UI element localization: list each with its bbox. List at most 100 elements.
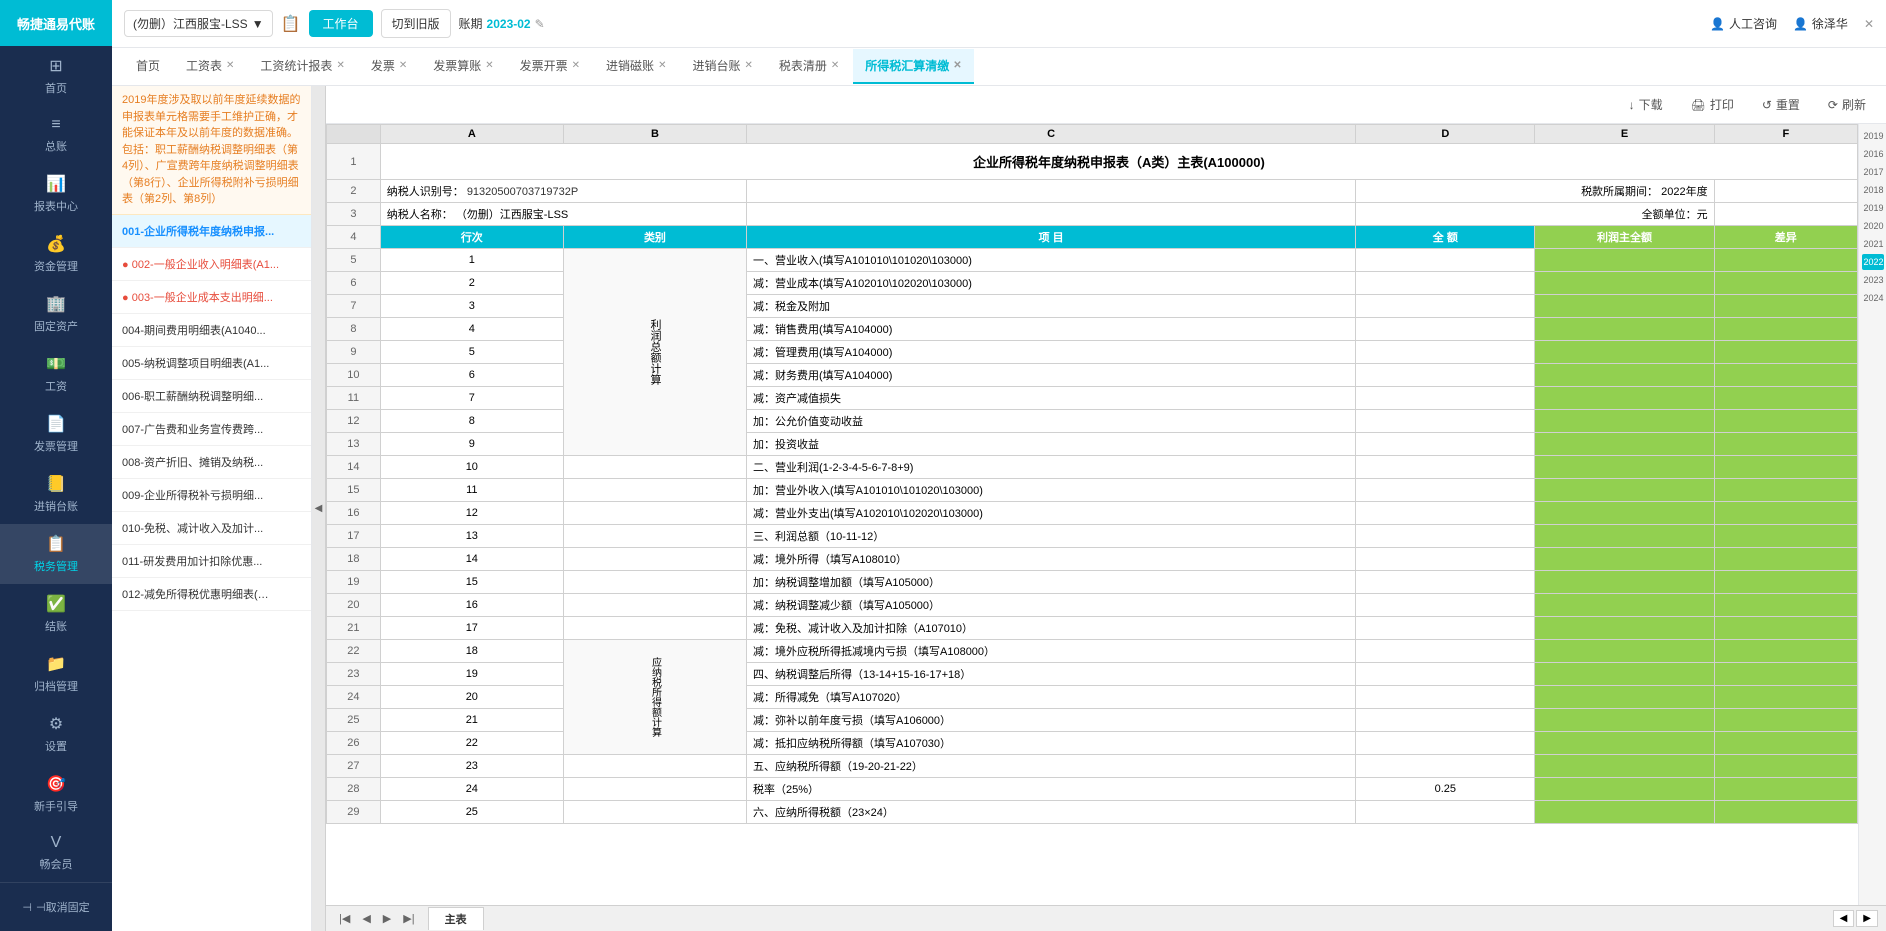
panel-item-001[interactable]: 001-企业所得税年度纳税申报... [112, 215, 311, 248]
settings-icon: ⚙ [49, 714, 63, 734]
arrow-first[interactable]: |◀ [334, 910, 355, 927]
panel-item-011[interactable]: 011-研发费用加计扣除优惠... [112, 545, 311, 578]
sidebar-item-settings[interactable]: ⚙ 设置 [0, 704, 112, 764]
sidebar-item-assets[interactable]: 🏢 固定资产 [0, 284, 112, 344]
sidebar-item-funds[interactable]: 💰 资金管理 [0, 224, 112, 284]
panel-item-003[interactable]: ● 003-一般企业成本支出明细... [112, 281, 311, 314]
col-A-header: A [380, 125, 563, 144]
panel-item-010[interactable]: 010-免税、减计收入及加计... [112, 512, 311, 545]
close-window-button[interactable]: ✕ [1864, 17, 1874, 31]
diff-cell [1714, 617, 1857, 640]
refresh-button[interactable]: ⟳ 刷新 [1820, 92, 1874, 117]
tab-sales-ledger[interactable]: 进销台账 ✕ [680, 49, 764, 84]
tab-invoice-open[interactable]: 发票开票 ✕ [508, 49, 592, 84]
timeline-2022[interactable]: 2022 [1862, 254, 1884, 270]
edit-period-icon[interactable]: ✎ [535, 17, 545, 31]
close-tab-invoice-calc[interactable]: ✕ [485, 60, 493, 71]
reset-button[interactable]: ↺ 重置 [1754, 92, 1808, 117]
tab-invoice-calc[interactable]: 发票算账 ✕ [421, 49, 505, 84]
sidebar-item-home[interactable]: ⊞ 首页 [0, 46, 112, 106]
timeline-2021[interactable]: 2021 [1862, 236, 1884, 252]
print-button[interactable]: 🖨 打印 [1683, 92, 1742, 117]
ai-consult[interactable]: 👤 人工咨询 [1710, 15, 1777, 32]
sidebar-item-reports[interactable]: 📊 报表中心 [0, 164, 112, 224]
sidebar-item-tax[interactable]: 📋 税务管理 [0, 524, 112, 584]
diff-cell [1714, 571, 1857, 594]
tab-tax-list[interactable]: 税表清册 ✕ [767, 49, 851, 84]
tab-income-tax[interactable]: 所得税汇算清缴 ✕ [853, 49, 973, 84]
close-tab-payroll-stats[interactable]: ✕ [336, 60, 344, 71]
company-selector[interactable]: (勿删）江西服宝-LSS ▼ [124, 10, 273, 37]
close-tab-sales-ledger[interactable]: ✕ [744, 60, 752, 71]
tab-purchase-ledger[interactable]: 进销磁账 ✕ [594, 49, 678, 84]
diff-cell [1714, 433, 1857, 456]
amount-cell [1356, 364, 1535, 387]
panel-collapse-button[interactable]: ◀ [312, 86, 326, 931]
category-cell [563, 502, 746, 525]
close-tab-invoice-open[interactable]: ✕ [572, 60, 580, 71]
panel-item-002[interactable]: ● 002-一般企业收入明细表(A1... [112, 248, 311, 281]
panel-item-012[interactable]: 012-减免所得税优惠明细表(… [112, 578, 311, 611]
tab-invoice[interactable]: 发票 ✕ [359, 49, 419, 84]
table-title-cell: 企业所得税年度纳税申报表（A类）主表(A100000) [380, 144, 1857, 180]
unpin-button[interactable]: ⊣ ⊣取消固定 [0, 891, 112, 923]
tab-payroll[interactable]: 工资表 ✕ [174, 49, 246, 84]
panel-item-008[interactable]: 008-资产折旧、摊销及纳税... [112, 446, 311, 479]
sidebar-item-close[interactable]: ✅ 结账 [0, 584, 112, 644]
sidebar-item-label: 首页 [45, 80, 67, 96]
timeline-2023[interactable]: 2023 [1862, 272, 1884, 288]
amount-cell [1356, 410, 1535, 433]
row-num: 21 [327, 617, 381, 640]
spreadsheet-container[interactable]: A B C D E F 1 企业所 [326, 124, 1858, 905]
diff-cell [1714, 778, 1857, 801]
switch-old-button[interactable]: 切到旧版 [381, 9, 451, 38]
timeline-2016[interactable]: 2016 [1862, 146, 1884, 162]
amount-cell [1356, 318, 1535, 341]
row-num: 2 [327, 180, 381, 203]
sheet-tab-main[interactable]: 主表 [428, 907, 484, 930]
panel-item-005[interactable]: 005-纳税调整项目明细表(A1... [112, 347, 311, 380]
tab-home[interactable]: 首页 [124, 49, 172, 84]
panel-item-004[interactable]: 004-期间费用明细表(A1040... [112, 314, 311, 347]
scroll-left-icon[interactable]: ◀ [1833, 910, 1855, 927]
close-tab-tax-list[interactable]: ✕ [831, 60, 839, 71]
sidebar-item-ledger[interactable]: ≡ 总账 [0, 106, 112, 164]
table-row: 24 20 减：所得减免（填写A107020） [327, 686, 1858, 709]
download-button[interactable]: ↓ 下载 [1621, 92, 1671, 117]
close-tab-income-tax[interactable]: ✕ [953, 60, 961, 71]
user-profile[interactable]: 👤 徐泽华 [1793, 15, 1848, 32]
panel-item-009[interactable]: 009-企业所得税补亏损明细... [112, 479, 311, 512]
bottom-tab-bar: |◀ ◀ ▶ ▶| 主表 ◀ ▶ [326, 905, 1886, 931]
account-period-label: 账期 [459, 15, 483, 32]
sidebar-item-invoice[interactable]: 📄 发票管理 [0, 404, 112, 464]
timeline-2019[interactable]: 2019 [1862, 200, 1884, 216]
close-tab-payroll[interactable]: ✕ [226, 60, 234, 71]
panel-item-006[interactable]: 006-职工薪酬纳税调整明细... [112, 380, 311, 413]
arrow-last[interactable]: ▶| [398, 910, 419, 927]
arrow-next[interactable]: ▶ [378, 910, 396, 927]
profit-cell [1535, 686, 1714, 709]
tab-payroll-stats[interactable]: 工资统计报表 ✕ [248, 49, 356, 84]
sidebar-item-payroll[interactable]: 💵 工资 [0, 344, 112, 404]
scroll-right-icon[interactable]: ▶ [1856, 910, 1878, 927]
close-tab-purchase-ledger[interactable]: ✕ [658, 60, 666, 71]
sidebar-item-member[interactable]: V 畅会员 [0, 824, 112, 882]
arrow-prev[interactable]: ◀ [357, 910, 375, 927]
guide-icon: 🎯 [46, 774, 66, 794]
timeline-2024[interactable]: 2024 [1862, 290, 1884, 306]
sidebar-item-guide[interactable]: 🎯 新手引导 [0, 764, 112, 824]
sidebar-item-archive[interactable]: 📁 归档管理 [0, 644, 112, 704]
timeline-2020[interactable]: 2020 [1862, 218, 1884, 234]
timeline-2018[interactable]: 2018 [1862, 182, 1884, 198]
timeline-2019-top[interactable]: 2019 [1862, 128, 1884, 144]
col-header-xiangmu: 项 目 [747, 226, 1356, 249]
close-tab-invoice[interactable]: ✕ [399, 60, 407, 71]
workbench-button[interactable]: 工作台 [309, 10, 373, 37]
sidebar-item-sales[interactable]: 📒 进销台账 [0, 464, 112, 524]
item-cell: 四、纳税调整后所得（13-14+15-16-17+18） [747, 663, 1356, 686]
timeline-2017[interactable]: 2017 [1862, 164, 1884, 180]
seq-cell: 16 [380, 594, 563, 617]
unpin-icon: ⊣ [22, 901, 32, 914]
item-cell: 减：所得减免（填写A107020） [747, 686, 1356, 709]
panel-item-007[interactable]: 007-广告费和业务宣传费跨... [112, 413, 311, 446]
